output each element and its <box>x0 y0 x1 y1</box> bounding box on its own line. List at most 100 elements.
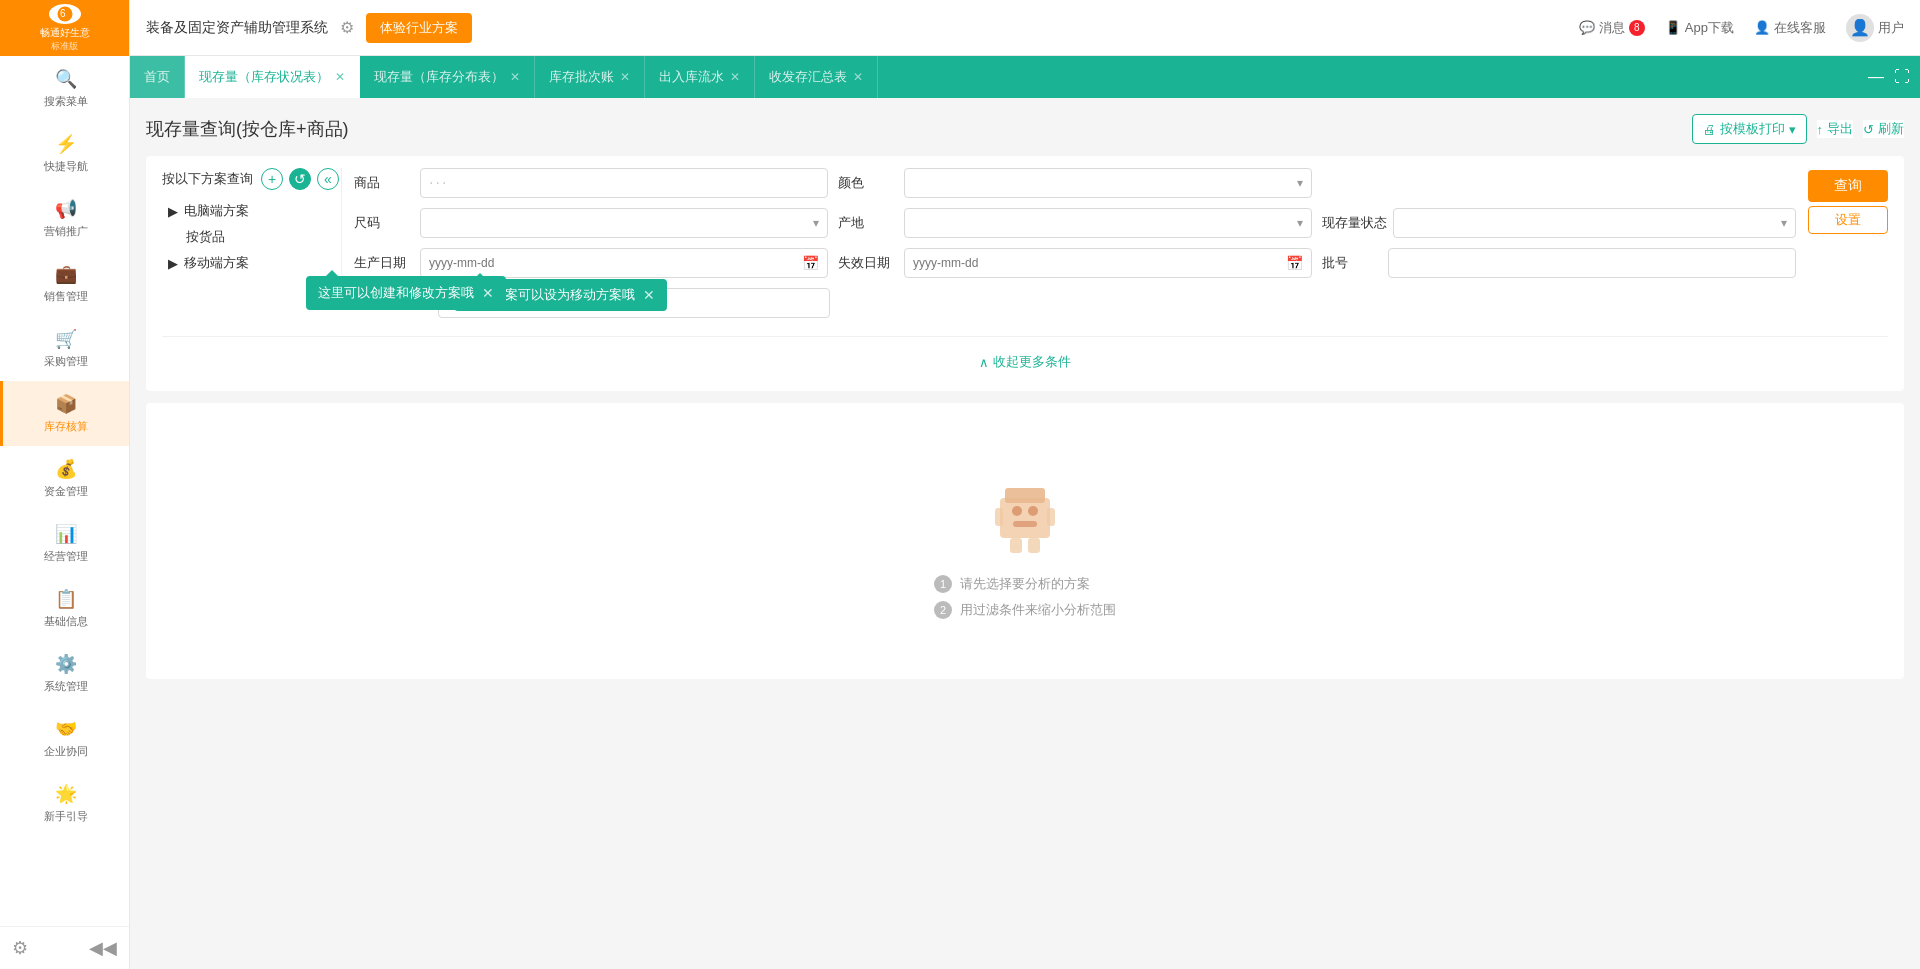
header-settings-icon[interactable]: ⚙ <box>340 18 354 37</box>
sidebar-item-sales[interactable]: 💼 销售管理 <box>0 251 129 316</box>
template-print-button[interactable]: 🖨 按模板打印 ▾ <box>1692 114 1807 144</box>
scheme-item-goods[interactable]: 按货品 <box>162 226 329 248</box>
expiry-date-field[interactable] <box>913 256 1286 270</box>
sidebar-item-finance[interactable]: 💰 资金管理 <box>0 446 129 511</box>
scheme-pc-group[interactable]: ▶ 电脑端方案 <box>162 200 329 222</box>
sidebar-item-marketing[interactable]: 📢 营销推广 <box>0 186 129 251</box>
collapse-chevron-icon: ∧ <box>979 355 989 370</box>
scheme-mobile-group[interactable]: ▶ 移动端方案 <box>162 252 329 274</box>
goods-label: 商品 <box>354 174 414 192</box>
filter-row-2: 尺码 ▾ 产地 ▾ <box>354 208 1796 238</box>
tab-stock-distribution[interactable]: 现存量（库存分布表） ✕ <box>360 56 535 98</box>
field-origin: 产地 ▾ <box>838 208 1312 238</box>
collapse-label: 收起更多条件 <box>993 353 1071 371</box>
sidebar-item-enterprise[interactable]: 🤝 企业协同 <box>0 706 129 771</box>
printer-icon: 🖨 <box>1703 122 1716 137</box>
filter-actions: + ↺ « <box>261 168 339 190</box>
tab-minimize-icon[interactable]: — <box>1868 68 1884 86</box>
sidebar-item-guide[interactable]: 🌟 新手引导 <box>0 771 129 836</box>
inventory-icon: 📦 <box>55 393 77 415</box>
sidebar-item-basic[interactable]: 📋 基础信息 <box>0 576 129 641</box>
reset-scheme-button[interactable]: ↺ <box>289 168 311 190</box>
app-badge: 标准版 <box>51 40 78 53</box>
tab-stock-distribution-close[interactable]: ✕ <box>510 70 520 84</box>
username-label: 用户 <box>1878 19 1904 37</box>
svg-point-4 <box>1012 506 1022 516</box>
sidebar-label-finance: 资金管理 <box>44 484 88 499</box>
svg-rect-2 <box>1000 498 1050 538</box>
tab-stock-status-close[interactable]: ✕ <box>335 70 345 84</box>
back-scheme-button[interactable]: « <box>317 168 339 190</box>
message-icon: 💬 <box>1579 20 1595 35</box>
purchase-icon: 🛒 <box>55 328 77 350</box>
empty-state: 1 请先选择要分析的方案 2 用过滤条件来缩小分析范围 <box>146 403 1904 679</box>
stock-status-select[interactable]: ▾ <box>1393 208 1796 238</box>
user-avatar: 👤 <box>1846 14 1874 42</box>
collapse-button[interactable]: ∧ 收起更多条件 <box>979 353 1071 371</box>
phone-icon: 📱 <box>1665 20 1681 35</box>
sidebar-item-quicknav[interactable]: ⚡ 快捷导航 <box>0 121 129 186</box>
empty-step-2: 2 用过滤条件来缩小分析范围 <box>934 601 1116 619</box>
set-button[interactable]: 设置 <box>1808 206 1888 234</box>
sidebar-item-operations[interactable]: 📊 经营管理 <box>0 511 129 576</box>
settings-icon[interactable]: ⚙ <box>12 937 28 959</box>
tab-stock-status[interactable]: 现存量（库存状况表） ✕ <box>185 56 360 98</box>
size-select[interactable]: ▾ <box>420 208 828 238</box>
production-date-field[interactable] <box>429 256 802 270</box>
origin-select[interactable]: ▾ <box>904 208 1312 238</box>
message-button[interactable]: 💬 消息 8 <box>1579 19 1645 37</box>
filter-row-1: 商品 ··· 颜色 ▾ <box>354 168 1796 198</box>
tab-expand-icon[interactable]: ⛶ <box>1894 68 1910 86</box>
sidebar-item-inventory[interactable]: 📦 库存核算 <box>0 381 129 446</box>
empty-state-icon <box>975 463 1075 563</box>
sidebar-logo: 6 畅通好生意 标准版 <box>0 0 129 56</box>
experience-button[interactable]: 体验行业方案 <box>366 13 472 43</box>
sidebar-item-system[interactable]: ⚙️ 系统管理 <box>0 641 129 706</box>
scheme-panel: 按以下方案查询 + ↺ « ▶ 电脑端方案 按货品 <box>162 168 342 274</box>
batch-input[interactable] <box>1388 248 1796 278</box>
sidebar-label-enterprise: 企业协同 <box>44 744 88 759</box>
refresh-button[interactable]: ↺ 刷新 <box>1863 120 1904 138</box>
search-button[interactable]: 查询 <box>1808 170 1888 202</box>
field-batch: 批号 <box>1322 248 1796 278</box>
calendar-icon-2: 📅 <box>1286 255 1303 271</box>
tab-flow-close[interactable]: ✕ <box>730 70 740 84</box>
header-right: 💬 消息 8 📱 App下载 👤 在线客服 👤 用户 <box>1579 14 1904 42</box>
user-area[interactable]: 👤 用户 <box>1846 14 1904 42</box>
app-download-button[interactable]: 📱 App下载 <box>1665 19 1734 37</box>
color-label: 颜色 <box>838 174 898 192</box>
tab-summary-close[interactable]: ✕ <box>853 70 863 84</box>
add-scheme-button[interactable]: + <box>261 168 283 190</box>
tab-batch-account[interactable]: 库存批次账 ✕ <box>535 56 645 98</box>
step-2-num: 2 <box>934 601 952 619</box>
main-area: 装备及固定资产辅助管理系统 ⚙ 体验行业方案 💬 消息 8 📱 App下载 👤 … <box>130 0 1920 969</box>
quicknav-icon: ⚡ <box>55 133 77 155</box>
sidebar-item-search[interactable]: 🔍 搜索菜单 <box>0 56 129 121</box>
page-header: 现存量查询(按仓库+商品) 🖨 按模板打印 ▾ ↑ 导出 ↺ 刷新 <box>146 114 1904 144</box>
field-production-date: 生产日期 📅 <box>354 248 828 278</box>
sidebar-nav: 🔍 搜索菜单 ⚡ 快捷导航 📢 营销推广 💼 销售管理 🛒 采购管理 📦 库存核… <box>0 56 129 926</box>
step-1-num: 1 <box>934 575 952 593</box>
goods-select[interactable]: ··· <box>420 168 828 198</box>
tab-flow[interactable]: 出入库流水 ✕ <box>645 56 755 98</box>
online-service-button[interactable]: 👤 在线客服 <box>1754 19 1826 37</box>
tab-home[interactable]: 首页 <box>130 56 185 98</box>
pc-tooltip-close[interactable]: ✕ <box>643 287 655 303</box>
sidebar: 6 畅通好生意 标准版 🔍 搜索菜单 ⚡ 快捷导航 📢 营销推广 💼 销售管理 … <box>0 0 130 969</box>
tab-batch-account-close[interactable]: ✕ <box>620 70 630 84</box>
tab-flow-label: 出入库流水 <box>659 68 724 86</box>
header-left: 装备及固定资产辅助管理系统 ⚙ 体验行业方案 <box>146 13 472 43</box>
scheme-tooltip-close[interactable]: ✕ <box>482 285 494 301</box>
tab-summary[interactable]: 收发存汇总表 ✕ <box>755 56 878 98</box>
color-select-arrow: ▾ <box>1297 176 1303 190</box>
sidebar-item-purchase[interactable]: 🛒 采购管理 <box>0 316 129 381</box>
export-label: 导出 <box>1827 120 1853 138</box>
page-title: 现存量查询(按仓库+商品) <box>146 117 349 141</box>
export-button[interactable]: ↑ 导出 <box>1817 120 1854 138</box>
collapse-sidebar-icon[interactable]: ◀◀ <box>89 937 117 959</box>
step-2-text: 用过滤条件来缩小分析范围 <box>960 601 1116 619</box>
color-select[interactable]: ▾ <box>904 168 1312 198</box>
content-area: 现存量查询(按仓库+商品) 🖨 按模板打印 ▾ ↑ 导出 ↺ 刷新 <box>130 98 1920 969</box>
sidebar-label-quicknav: 快捷导航 <box>44 159 88 174</box>
expiry-date-input[interactable]: 📅 <box>904 248 1312 278</box>
